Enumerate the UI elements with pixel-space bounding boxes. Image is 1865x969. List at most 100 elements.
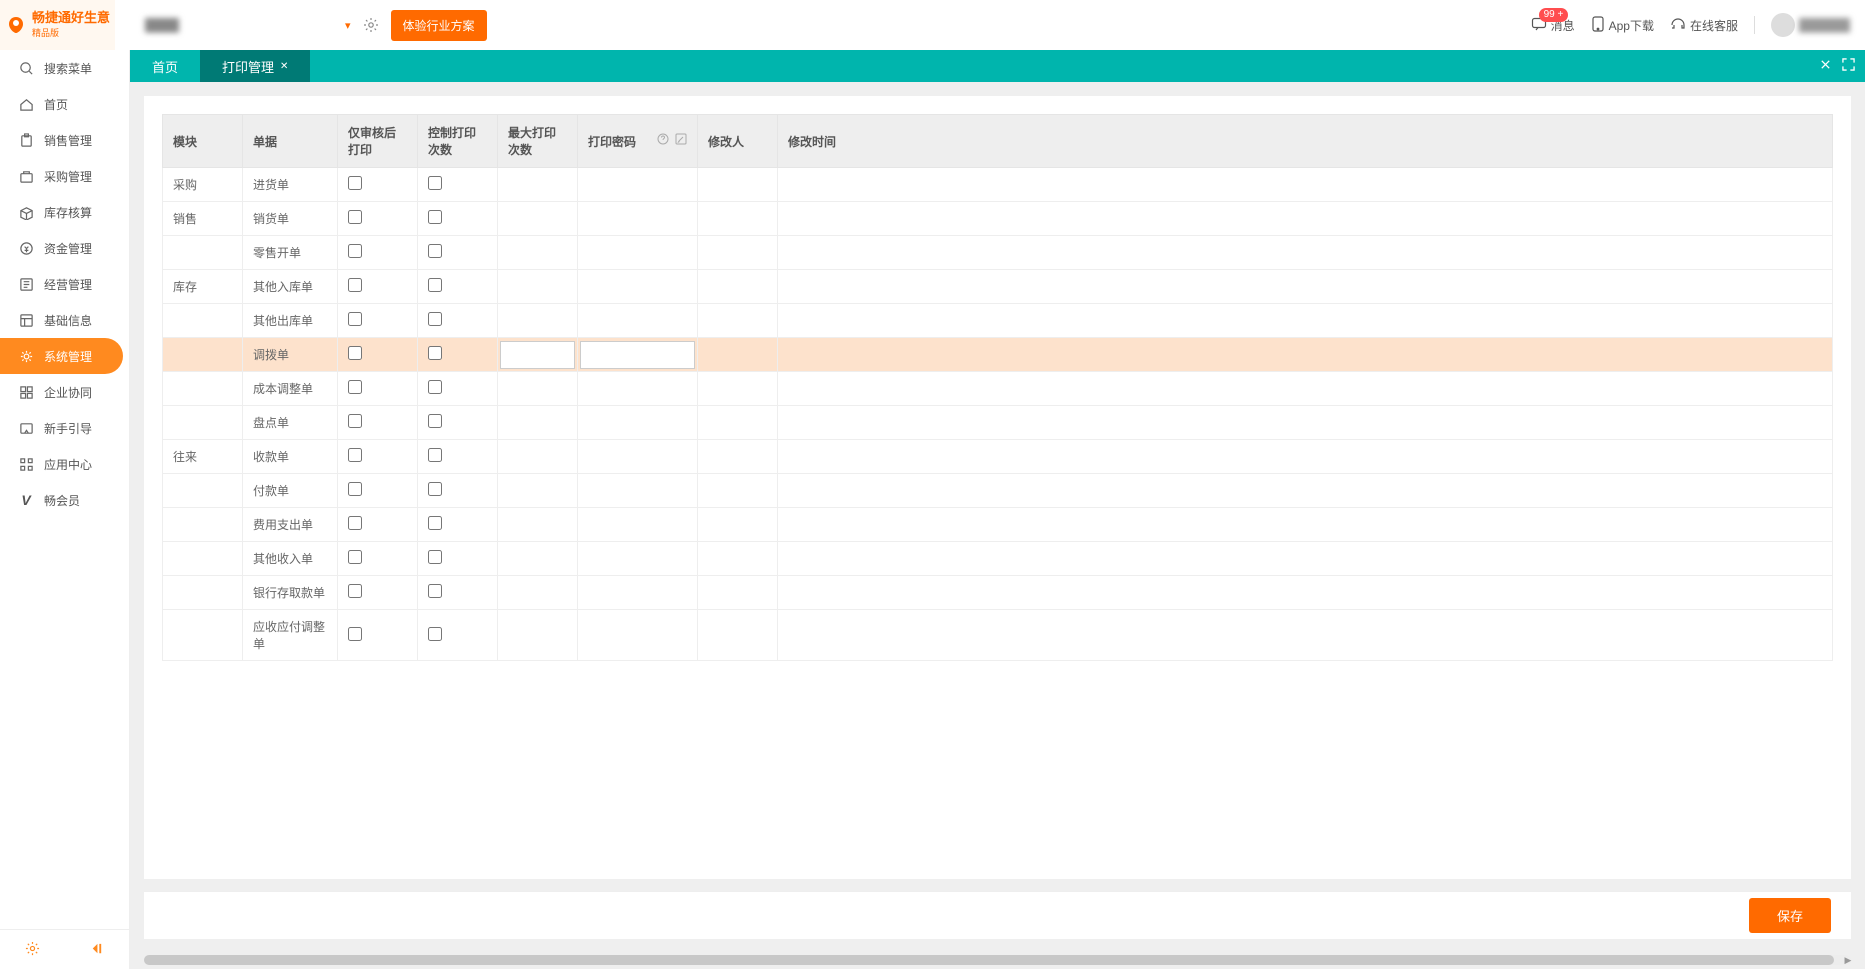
sidebar-item-collab[interactable]: 企业协同 — [0, 374, 129, 410]
ctrl-checkbox[interactable] — [428, 278, 442, 292]
edit-icon[interactable] — [675, 133, 687, 148]
sidebar-item-sys[interactable]: 系统管理 — [0, 338, 123, 374]
horizontal-scrollbar[interactable]: ▶ — [144, 955, 1851, 965]
cell-modifier — [698, 372, 778, 406]
ctrl-checkbox[interactable] — [428, 380, 442, 394]
logo[interactable]: 畅捷通好生意 精品版 — [0, 0, 115, 50]
app-download-button[interactable]: App下载 — [1591, 16, 1654, 35]
divider — [1754, 16, 1755, 34]
tab-1[interactable]: 打印管理 ✕ — [200, 50, 310, 82]
sidebar-item-guide[interactable]: 新手引导 — [0, 410, 129, 446]
cell-module: 往来 — [163, 440, 243, 474]
sidebar-item-base[interactable]: 基础信息 — [0, 302, 129, 338]
ctrl-checkbox[interactable] — [428, 448, 442, 462]
audit-checkbox[interactable] — [348, 516, 362, 530]
chevron-down-icon[interactable]: ▾ — [345, 19, 351, 32]
sidebar-item-sales[interactable]: 销售管理 — [0, 122, 129, 158]
ctrl-checkbox[interactable] — [428, 482, 442, 496]
ctrl-checkbox[interactable] — [428, 550, 442, 564]
close-icon[interactable]: ✕ — [280, 61, 288, 72]
cell-module — [163, 576, 243, 610]
user-menu[interactable]: ██████ — [1771, 13, 1850, 37]
cell-module — [163, 508, 243, 542]
audit-checkbox[interactable] — [348, 380, 362, 394]
app-download-label: App下载 — [1609, 17, 1654, 34]
sidebar-item-label: 搜索菜单 — [44, 60, 92, 77]
ctrl-checkbox[interactable] — [428, 244, 442, 258]
print-pwd-input[interactable] — [580, 341, 695, 369]
sidebar-item-search[interactable]: 搜索菜单 — [0, 50, 129, 86]
cell-modifier — [698, 338, 778, 372]
online-service-button[interactable]: 在线客服 — [1670, 16, 1738, 35]
cell-module: 采购 — [163, 168, 243, 202]
audit-checkbox[interactable] — [348, 448, 362, 462]
table-row: 付款单 — [163, 474, 1833, 508]
ctrl-checkbox[interactable] — [428, 584, 442, 598]
sidebar-item-purchase[interactable]: 采购管理 — [0, 158, 129, 194]
scrollbar-thumb[interactable] — [144, 955, 1834, 965]
messages-button[interactable]: 99 + 消息 — [1531, 16, 1575, 35]
audit-checkbox[interactable] — [348, 550, 362, 564]
sidebar-item-vip[interactable]: V畅会员 — [0, 482, 129, 518]
cell-audit — [338, 202, 418, 236]
sidebar-item-apps[interactable]: 应用中心 — [0, 446, 129, 482]
ctrl-checkbox[interactable] — [428, 312, 442, 326]
cell-ctrl — [418, 236, 498, 270]
audit-checkbox[interactable] — [348, 278, 362, 292]
collapse-sidebar-icon[interactable] — [89, 941, 104, 959]
audit-checkbox[interactable] — [348, 482, 362, 496]
sidebar-item-label: 首页 — [44, 96, 68, 113]
cell-max — [498, 168, 578, 202]
settings-icon[interactable] — [25, 941, 40, 959]
cell-pwd — [578, 474, 698, 508]
sidebar-item-fund[interactable]: 资金管理 — [0, 230, 129, 266]
audit-checkbox[interactable] — [348, 346, 362, 360]
fullscreen-icon[interactable] — [1842, 58, 1855, 74]
sidebar-item-home[interactable]: 首页 — [0, 86, 129, 122]
audit-checkbox[interactable] — [348, 584, 362, 598]
main-panel: 模块 单据 仅审核后打印 控制打印次数 最大打印次数 打印密码 — [144, 96, 1851, 879]
audit-checkbox[interactable] — [348, 176, 362, 190]
sidebar-item-label: 新手引导 — [44, 420, 92, 437]
cell-ctrl — [418, 372, 498, 406]
scroll-right-icon[interactable]: ▶ — [1843, 955, 1853, 965]
cell-module — [163, 406, 243, 440]
cell-doc: 付款单 — [243, 474, 338, 508]
sidebar-item-stock[interactable]: 库存核算 — [0, 194, 129, 230]
ctrl-checkbox[interactable] — [428, 176, 442, 190]
cell-mod-time — [778, 202, 1833, 236]
cell-ctrl — [418, 270, 498, 304]
audit-checkbox[interactable] — [348, 312, 362, 326]
ctrl-checkbox[interactable] — [428, 516, 442, 530]
username-label: ██████ — [1799, 18, 1850, 32]
audit-checkbox[interactable] — [348, 244, 362, 258]
ctrl-checkbox[interactable] — [428, 627, 442, 641]
purchase-icon — [18, 169, 34, 184]
cell-pwd — [578, 406, 698, 440]
help-icon[interactable] — [657, 133, 669, 148]
cell-mod-time — [778, 236, 1833, 270]
tab-label: 打印管理 — [222, 57, 274, 76]
audit-checkbox[interactable] — [348, 414, 362, 428]
phone-icon — [1591, 16, 1605, 35]
cell-mod-time — [778, 474, 1833, 508]
ctrl-checkbox[interactable] — [428, 346, 442, 360]
ctrl-checkbox[interactable] — [428, 210, 442, 224]
org-selector[interactable]: ████ — [145, 18, 335, 32]
footer-bar: 保存 — [144, 891, 1851, 939]
save-button[interactable]: 保存 — [1749, 898, 1831, 933]
print-settings-table: 模块 单据 仅审核后打印 控制打印次数 最大打印次数 打印密码 — [162, 114, 1833, 661]
sidebar-item-biz[interactable]: 经营管理 — [0, 266, 129, 302]
max-count-input[interactable] — [500, 341, 575, 369]
audit-checkbox[interactable] — [348, 210, 362, 224]
cell-max — [498, 372, 578, 406]
tab-0[interactable]: 首页 — [130, 50, 200, 82]
table-row: 采购进货单 — [163, 168, 1833, 202]
promo-button[interactable]: 体验行业方案 — [391, 10, 487, 41]
cell-doc: 调拨单 — [243, 338, 338, 372]
cell-modifier — [698, 576, 778, 610]
ctrl-checkbox[interactable] — [428, 414, 442, 428]
audit-checkbox[interactable] — [348, 627, 362, 641]
tab-close-all-icon[interactable] — [1819, 58, 1832, 74]
gear-icon[interactable] — [361, 15, 381, 35]
